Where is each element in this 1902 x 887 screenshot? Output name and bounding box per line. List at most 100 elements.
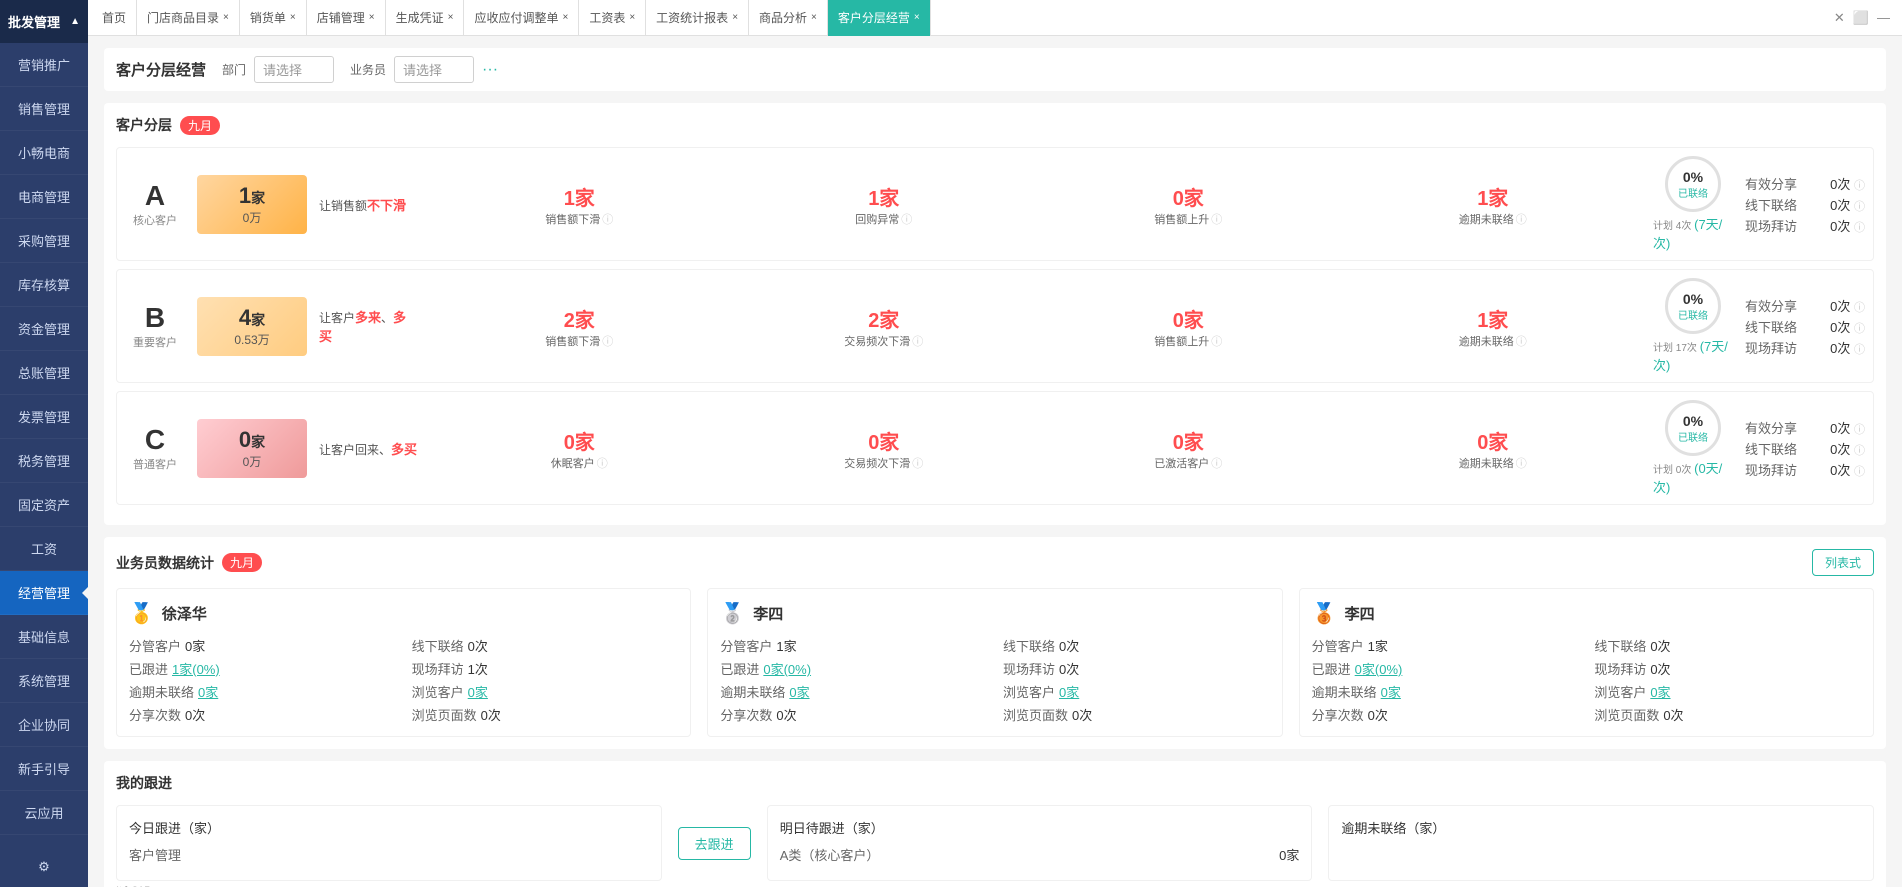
tier-count-box-C[interactable]: 0家0万 <box>197 419 307 478</box>
sidebar-item-资金管理[interactable]: 资金管理 <box>0 307 88 351</box>
info-icon[interactable]: ⓘ <box>1211 333 1222 349</box>
sidebar-header[interactable]: 批发管理 ▲ <box>0 0 88 43</box>
sidebar-item-电商管理[interactable]: 电商管理 <box>0 175 88 219</box>
side-stat-有效分享: 有效分享0次 ⓘ <box>1745 296 1865 315</box>
tab-actions[interactable]: ✕ ⬜ — <box>1834 10 1898 26</box>
tab-店铺管理[interactable]: 店铺管理× <box>307 0 386 36</box>
circle-visual-A: 0% 已联络 <box>1665 156 1721 212</box>
info-icon-small[interactable]: ⓘ <box>1854 344 1865 356</box>
stat-label: 浏览页面数 <box>412 705 477 724</box>
tab-close-客户分层经营[interactable]: × <box>914 12 920 23</box>
sidebar-item-新手引导[interactable]: 新手引导 <box>0 747 88 791</box>
dept-filter-select[interactable]: 请选择 <box>254 56 334 83</box>
stat-浏览客户: 浏览客户0家 <box>1003 682 1270 701</box>
tab-应收应付调整单[interactable]: 应收应付调整单× <box>464 0 579 36</box>
tab-close-应收应付调整单[interactable]: × <box>562 12 568 23</box>
sales-filter-select[interactable]: 请选择 <box>394 56 474 83</box>
tab-close-商品分析[interactable]: × <box>811 12 817 23</box>
salesperson-card-0: 🥇 徐泽华 分管客户0家线下联络0次已跟进1家(0%)现场拜访1次逾期未联络0家… <box>116 588 691 737</box>
sidebar-item-小畅电商[interactable]: 小畅电商 <box>0 131 88 175</box>
side-stat-label: 现场拜访 <box>1745 338 1797 357</box>
tab-close-工资表[interactable]: × <box>629 12 635 23</box>
stat-value: 0次 <box>1663 705 1683 724</box>
list-view-btn[interactable]: 列表式 <box>1812 549 1874 576</box>
sidebar-item-云应用[interactable]: 云应用 <box>0 791 88 835</box>
tab-close-店铺管理[interactable]: × <box>369 12 375 23</box>
info-icon-small[interactable]: ⓘ <box>1854 445 1865 457</box>
sidebar-item-采购管理[interactable]: 采购管理 <box>0 219 88 263</box>
tab-close-icon[interactable]: ✕ <box>1834 10 1845 26</box>
stat-value[interactable]: 0家 <box>1650 682 1670 701</box>
tab-minimize-icon[interactable]: — <box>1877 10 1890 26</box>
sidebar-item-销售管理[interactable]: 销售管理 <box>0 87 88 131</box>
side-stat-val: 0次 ⓘ <box>1830 174 1865 193</box>
info-icon-small[interactable]: ⓘ <box>1854 201 1865 213</box>
stat-value[interactable]: 0家(0%) <box>763 659 811 678</box>
sidebar-item-库存核算[interactable]: 库存核算 <box>0 263 88 307</box>
sidebar-item-税务管理[interactable]: 税务管理 <box>0 439 88 483</box>
stat-value[interactable]: 1家(0%) <box>172 659 220 678</box>
tab-销货单[interactable]: 销货单× <box>240 0 307 36</box>
go-follow-btn[interactable]: 去跟进 <box>678 827 751 860</box>
tier-section-header: 客户分层 九月 <box>116 115 1874 135</box>
tab-工资表[interactable]: 工资表× <box>579 0 646 36</box>
tab-商品分析[interactable]: 商品分析× <box>749 0 828 36</box>
sidebar-item-发票管理[interactable]: 发票管理 <box>0 395 88 439</box>
sidebar-item-企业协同[interactable]: 企业协同 <box>0 703 88 747</box>
info-icon-small[interactable]: ⓘ <box>1854 302 1865 314</box>
side-stat-label: 有效分享 <box>1745 418 1797 437</box>
stat-value[interactable]: 0家 <box>789 682 809 701</box>
sidebar-item-总账管理[interactable]: 总账管理 <box>0 351 88 395</box>
info-icon[interactable]: ⓘ <box>912 333 923 349</box>
stat-value[interactable]: 0家 <box>1059 682 1079 701</box>
sidebar-item-固定资产[interactable]: 固定资产 <box>0 483 88 527</box>
info-icon-small[interactable]: ⓘ <box>1854 323 1865 335</box>
metric-label: 销售额上升 ⓘ <box>1044 333 1333 349</box>
info-icon[interactable]: ⓘ <box>1516 211 1527 227</box>
tab-close-生成凭证[interactable]: × <box>448 12 454 23</box>
stat-value[interactable]: 0家 <box>468 682 488 701</box>
sidebar-item-工资[interactable]: 工资 <box>0 527 88 571</box>
sales-filter-more[interactable]: ··· <box>482 61 498 79</box>
stat-value[interactable]: 0家 <box>198 682 218 701</box>
tab-close-工资统计报表[interactable]: × <box>732 12 738 23</box>
info-icon-small[interactable]: ⓘ <box>1854 466 1865 478</box>
tab-门店商品目录[interactable]: 门店商品目录× <box>137 0 240 36</box>
tier-count-box-A[interactable]: 1家0万 <box>197 175 307 234</box>
tab-生成凭证[interactable]: 生成凭证× <box>386 0 465 36</box>
sidebar-item-经营管理[interactable]: 经营管理 <box>0 571 88 615</box>
info-icon[interactable]: ⓘ <box>597 455 608 471</box>
info-icon-small[interactable]: ⓘ <box>1854 180 1865 192</box>
info-icon[interactable]: ⓘ <box>1516 455 1527 471</box>
info-icon-small[interactable]: ⓘ <box>1854 424 1865 436</box>
my-follow-header: 我的跟进 <box>116 773 1874 793</box>
info-icon[interactable]: ⓘ <box>1516 333 1527 349</box>
stat-value[interactable]: 0家 <box>1381 682 1401 701</box>
info-icon[interactable]: ⓘ <box>912 455 923 471</box>
sidebar-item-基础信息[interactable]: 基础信息 <box>0 615 88 659</box>
info-icon[interactable]: ⓘ <box>602 211 613 227</box>
info-icon[interactable]: ⓘ <box>602 333 613 349</box>
sidebar-item-营销推广[interactable]: 营销推广 <box>0 43 88 87</box>
stat-逾期未联络: 逾期未联络0家 <box>129 682 396 701</box>
tab-首页[interactable]: 首页 <box>92 0 137 36</box>
sidebar-settings-icon[interactable]: ⚙ <box>0 847 88 887</box>
sidebar-item-系统管理[interactable]: 系统管理 <box>0 659 88 703</box>
tab-close-销货单[interactable]: × <box>290 12 296 23</box>
info-icon[interactable]: ⓘ <box>1211 455 1222 471</box>
tier-count-box-B[interactable]: 4家0.53万 <box>197 297 307 356</box>
tier-amount-C: 0万 <box>209 453 295 470</box>
tab-restore-icon[interactable]: ⬜ <box>1853 10 1869 26</box>
tab-工资统计报表[interactable]: 工资统计报表× <box>646 0 749 36</box>
tier-a-label: A类（核心客户） <box>780 845 880 864</box>
info-icon[interactable]: ⓘ <box>901 211 912 227</box>
metric-count: 0家 <box>1044 426 1333 455</box>
stat-value[interactable]: 0家(0%) <box>1355 659 1403 678</box>
stat-label: 分管客户 <box>1312 636 1364 655</box>
info-icon-small[interactable]: ⓘ <box>1854 222 1865 234</box>
tab-close-门店商品目录[interactable]: × <box>223 12 229 23</box>
my-follow-title: 我的跟进 <box>116 773 172 793</box>
tab-客户分层经营[interactable]: 客户分层经营× <box>828 0 931 36</box>
info-icon[interactable]: ⓘ <box>1211 211 1222 227</box>
stat-浏览客户: 浏览客户0家 <box>1594 682 1861 701</box>
